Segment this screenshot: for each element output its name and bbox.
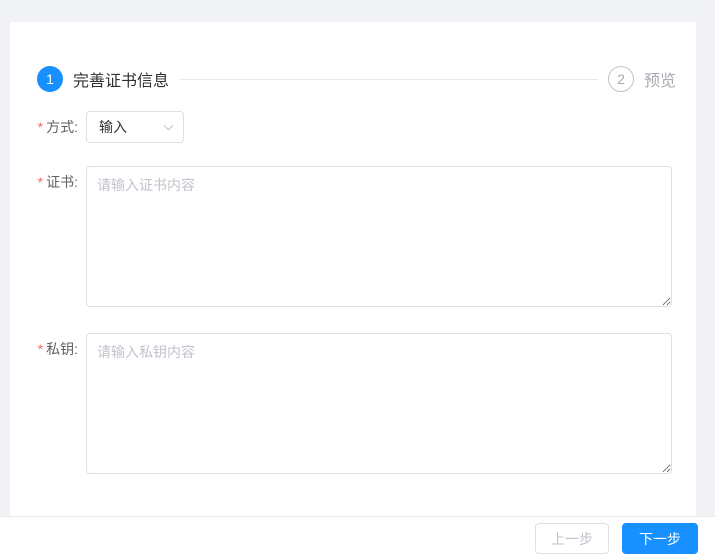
previous-step-button[interactable]: 上一步	[535, 523, 609, 554]
step-2: 2 预览	[607, 66, 676, 92]
certificate-label: * 证书:	[10, 166, 86, 198]
certificate-form: *方式: 输入 *证书: *私钥:	[10, 111, 696, 474]
step-connector-line	[179, 78, 598, 80]
step-1: 1 完善证书信息	[37, 66, 169, 92]
certificate-textarea[interactable]	[86, 166, 672, 307]
method-select[interactable]: 输入	[86, 111, 184, 143]
method-label: * 方式:	[10, 111, 86, 143]
method-row: * 方式: 输入	[10, 111, 696, 143]
step-2-number-badge: 2	[607, 66, 634, 92]
certificate-label-text: 证书:	[46, 174, 78, 190]
certificate-row: * 证书:	[10, 166, 696, 307]
method-required-mark: *	[37, 119, 44, 135]
steps-bar: 1 完善证书信息 2 预览	[10, 22, 696, 92]
private-key-label-text: 私钥:	[46, 341, 78, 357]
step-1-title: 完善证书信息	[73, 73, 170, 90]
footer-action-bar: 上一步 下一步	[0, 516, 715, 560]
private-key-label: * 私钥:	[10, 333, 86, 365]
step-2-title: 预览	[643, 73, 676, 90]
method-label-text: 方式:	[46, 119, 78, 135]
private-key-row: * 私钥:	[10, 333, 696, 474]
chevron-down-icon	[163, 120, 174, 131]
method-select-value: 输入	[99, 119, 127, 135]
private-key-textarea[interactable]	[86, 333, 672, 474]
certificate-required-mark: *	[37, 174, 44, 190]
page-background: 1 完善证书信息 2 预览 * 方式: 输入 * 证书: 请输入证书内容 * 私…	[0, 0, 715, 560]
step-1-number-badge: 1	[37, 66, 63, 92]
next-step-button[interactable]: 下一步	[622, 523, 698, 554]
private-key-required-mark: *	[37, 341, 44, 357]
certificate-form-card: 1 完善证书信息 2 预览 * 方式: 输入 * 证书: 请输入证书内容 * 私…	[10, 22, 696, 516]
